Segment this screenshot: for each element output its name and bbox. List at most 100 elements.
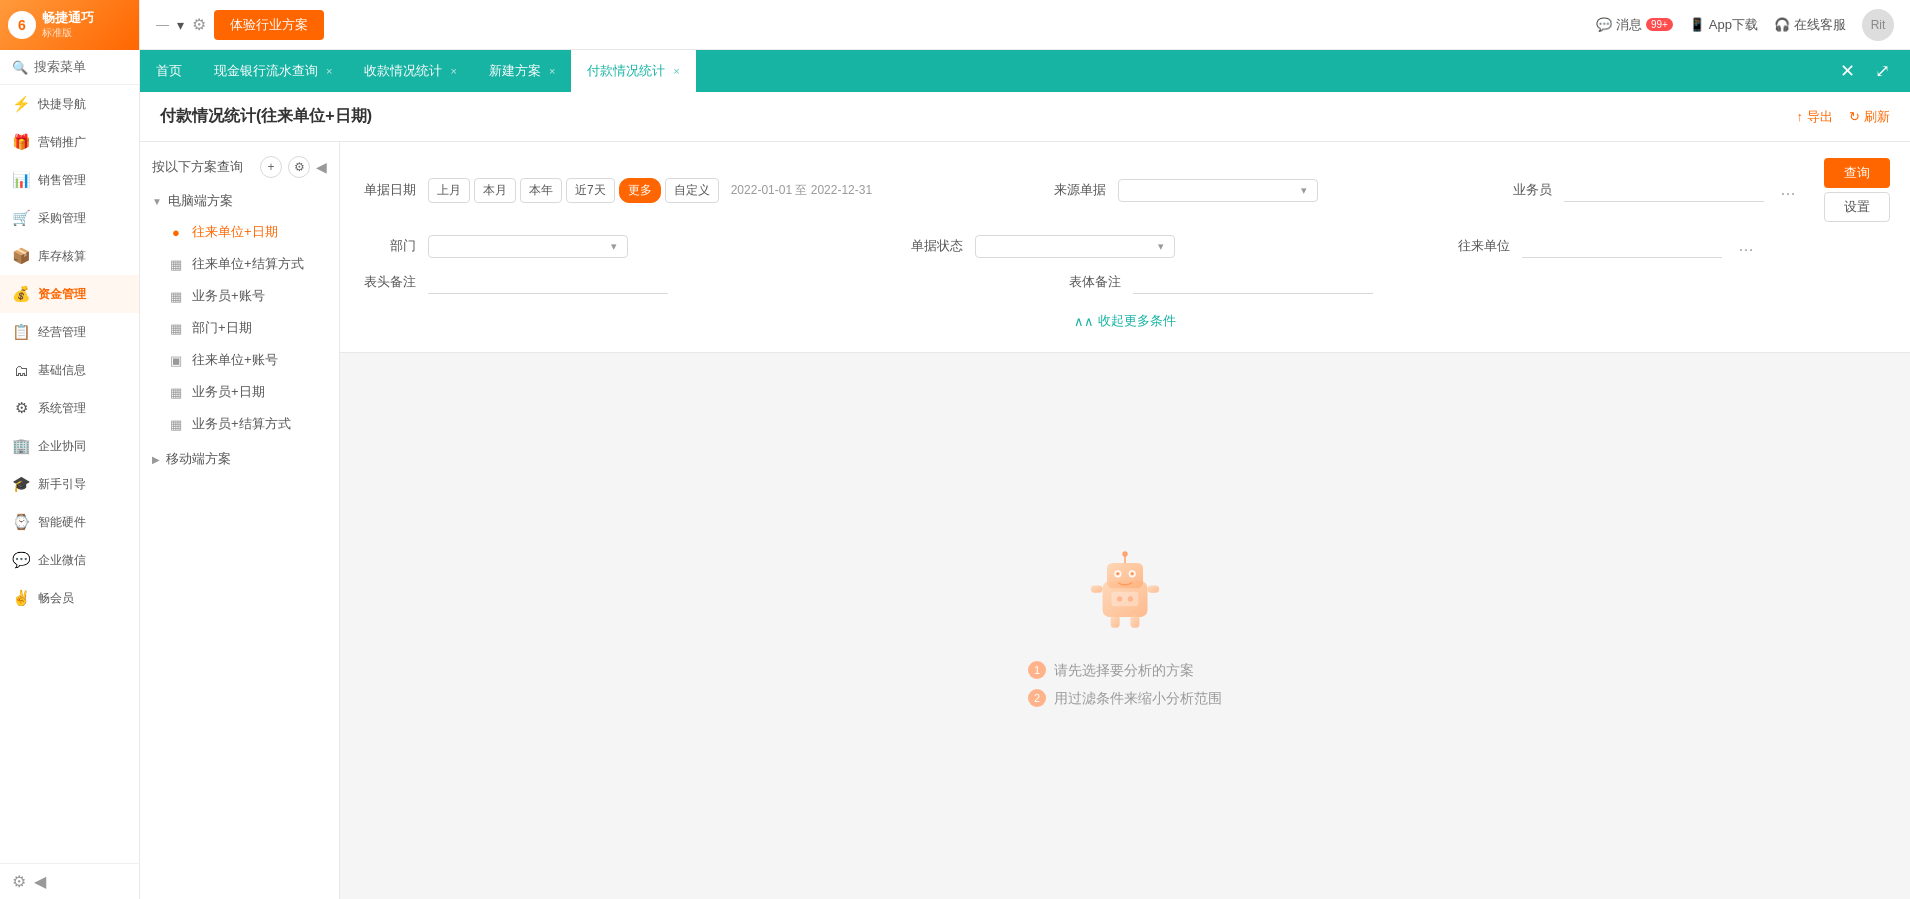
scheme-item-unit-account-label: 往来单位+账号 xyxy=(192,351,278,369)
sidebar-item-weixin[interactable]: 💬 企业微信 xyxy=(0,541,139,579)
sidebar-item-quick-nav[interactable]: ⚡ 快捷导航 xyxy=(0,85,139,123)
export-btn[interactable]: ↑ 导出 xyxy=(1797,108,1834,126)
scheme-item-unit-date[interactable]: ● 往来单位+日期 xyxy=(140,216,339,248)
operation-icon: 📋 xyxy=(12,323,30,341)
scheme-item-unit-settle-icon: ▦ xyxy=(168,256,184,272)
basic-icon: 🗂 xyxy=(12,361,30,379)
sidebar: 6 畅捷通巧 标准版 🔍 搜索菜单 ⚡ 快捷导航 🎁 营销推广 📊 销售管理 xyxy=(0,0,140,899)
partner-input[interactable] xyxy=(1522,234,1722,258)
refresh-btn[interactable]: ↻ 刷新 xyxy=(1849,108,1890,126)
tab-payment-label: 付款情况统计 xyxy=(587,62,665,80)
empty-state: 1 请先选择要分析的方案 2 用过滤条件来缩小分析范围 xyxy=(1028,540,1222,712)
sidebar-search[interactable]: 🔍 搜索菜单 xyxy=(0,50,139,85)
panel-add-btn[interactable]: + xyxy=(260,156,282,178)
tab-home[interactable]: 首页 xyxy=(140,50,198,92)
date-btn-7days[interactable]: 近7天 xyxy=(566,178,615,203)
sidebar-settings-btn[interactable]: ⚙ xyxy=(12,872,26,891)
scheme-item-dept-date[interactable]: ▦ 部门+日期 xyxy=(140,312,339,344)
refresh-icon: ↻ xyxy=(1849,109,1860,124)
user-avatar[interactable]: Rit xyxy=(1862,9,1894,41)
page-header: 付款情况统计(往来单位+日期) ↑ 导出 ↻ 刷新 xyxy=(140,92,1910,142)
scheme-item-unit-settle[interactable]: ▦ 往来单位+结算方式 xyxy=(140,248,339,280)
empty-hint-1-text: 请先选择要分析的方案 xyxy=(1054,656,1194,684)
tab-payment-close[interactable]: × xyxy=(673,65,679,77)
date-btn-last-month[interactable]: 上月 xyxy=(428,178,470,203)
sidebar-item-inventory[interactable]: 📦 库存核算 xyxy=(0,237,139,275)
dept-select[interactable]: ▾ xyxy=(428,235,628,258)
date-btn-custom[interactable]: 自定义 xyxy=(665,178,719,203)
sidebar-item-system[interactable]: ⚙ 系统管理 xyxy=(0,389,139,427)
scheme-group-pc-header[interactable]: ▼ 电脑端方案 xyxy=(140,186,339,216)
scheme-item-unit-account[interactable]: ▣ 往来单位+账号 xyxy=(140,344,339,376)
app-subtitle: 标准版 xyxy=(42,26,94,40)
date-range-text: 2022-01-01 至 2022-12-31 xyxy=(731,182,872,199)
tab-payment[interactable]: 付款情况统计 × xyxy=(571,50,695,92)
sidebar-header: 6 畅捷通巧 标准版 xyxy=(0,0,139,50)
partner-ellipsis[interactable]: … xyxy=(1734,237,1758,255)
tab-bank[interactable]: 现金银行流水查询 × xyxy=(198,50,348,92)
staff-ellipsis[interactable]: … xyxy=(1776,181,1800,199)
date-btn-this-month[interactable]: 本月 xyxy=(474,178,516,203)
sidebar-item-enterprise[interactable]: 🏢 企业协同 xyxy=(0,427,139,465)
scheme-item-staff-settle[interactable]: ▦ 业务员+结算方式 xyxy=(140,408,339,440)
svg-rect-6 xyxy=(1091,586,1103,593)
tab-expand-btn[interactable]: ⤢ xyxy=(1867,60,1898,82)
panel-collapse-btn[interactable]: ◀ xyxy=(316,159,327,175)
date-btn-more[interactable]: 更多 xyxy=(619,178,661,203)
sidebar-search-label: 搜索菜单 xyxy=(34,58,86,76)
tab-receipt-close[interactable]: × xyxy=(450,65,456,77)
query-btn[interactable]: 查询 xyxy=(1824,158,1890,188)
topbar-dropdown-icon[interactable]: ▾ xyxy=(177,17,184,33)
tab-spacer xyxy=(696,50,1832,92)
date-btn-this-year[interactable]: 本年 xyxy=(520,178,562,203)
sidebar-item-sales[interactable]: 📊 销售管理 xyxy=(0,161,139,199)
note-header-input[interactable] xyxy=(428,270,668,294)
scheme-group-mobile-header[interactable]: ▶ 移动端方案 xyxy=(140,444,339,474)
sidebar-nav: ⚡ 快捷导航 🎁 营销推广 📊 销售管理 🛒 采购管理 📦 库存核算 💰 xyxy=(0,85,139,863)
sidebar-collapse-btn[interactable]: ◀ xyxy=(34,872,46,891)
sidebar-item-guide[interactable]: 🎓 新手引导 xyxy=(0,465,139,503)
customer-service-btn[interactable]: 🎧 在线客服 xyxy=(1774,16,1846,34)
scheme-item-unit-account-icon: ▣ xyxy=(168,352,184,368)
topbar-settings-icon[interactable]: ⚙ xyxy=(192,15,206,34)
dept-select-arrow: ▾ xyxy=(611,240,617,253)
sidebar-item-member[interactable]: ✌ 畅会员 xyxy=(0,579,139,617)
tab-new-scheme-label: 新建方案 xyxy=(489,62,541,80)
filter-settings-btn[interactable]: 设置 xyxy=(1824,192,1890,222)
tab-bank-close[interactable]: × xyxy=(326,65,332,77)
panel-settings-btn[interactable]: ⚙ xyxy=(288,156,310,178)
empty-hint-1: 1 请先选择要分析的方案 xyxy=(1028,656,1222,684)
app-download-btn[interactable]: 📱 App下载 xyxy=(1689,16,1758,34)
message-btn[interactable]: 💬 消息 99+ xyxy=(1596,16,1673,34)
scheme-item-unit-date-icon: ● xyxy=(168,224,184,240)
tab-new-scheme-close[interactable]: × xyxy=(549,65,555,77)
source-select[interactable]: ▾ xyxy=(1118,179,1318,202)
sidebar-item-inventory-label: 库存核算 xyxy=(38,248,86,265)
note-body-input[interactable] xyxy=(1133,270,1373,294)
scheme-item-staff-account[interactable]: ▦ 业务员+账号 xyxy=(140,280,339,312)
app-download-label: App下载 xyxy=(1709,16,1758,34)
tab-close-all-btn[interactable]: ✕ xyxy=(1832,60,1863,82)
sidebar-item-marketing[interactable]: 🎁 营销推广 xyxy=(0,123,139,161)
tab-receipt-label: 收款情况统计 xyxy=(364,62,442,80)
topbar-left: — ▾ ⚙ 体验行业方案 xyxy=(156,10,1584,40)
source-select-arrow: ▾ xyxy=(1301,184,1307,197)
collapse-icon: ∧∧ xyxy=(1074,314,1094,329)
sidebar-item-basic[interactable]: 🗂 基础信息 xyxy=(0,351,139,389)
try-industry-btn[interactable]: 体验行业方案 xyxy=(214,10,324,40)
collapse-more-btn[interactable]: ∧∧ 收起更多条件 xyxy=(360,306,1890,336)
sidebar-item-hardware[interactable]: ⌚ 智能硬件 xyxy=(0,503,139,541)
tab-new-scheme[interactable]: 新建方案 × xyxy=(473,50,571,92)
scheme-item-staff-date[interactable]: ▦ 业务员+日期 xyxy=(140,376,339,408)
sidebar-item-purchase-label: 采购管理 xyxy=(38,210,86,227)
tab-receipt[interactable]: 收款情况统计 × xyxy=(348,50,472,92)
staff-input[interactable] xyxy=(1564,178,1764,202)
sidebar-item-operation[interactable]: 📋 经营管理 xyxy=(0,313,139,351)
export-icon: ↑ xyxy=(1797,109,1804,124)
sidebar-item-sales-label: 销售管理 xyxy=(38,172,86,189)
sidebar-item-purchase[interactable]: 🛒 采购管理 xyxy=(0,199,139,237)
status-select[interactable]: ▾ xyxy=(975,235,1175,258)
step-num-1: 1 xyxy=(1028,661,1046,679)
sidebar-item-capital[interactable]: 💰 资金管理 xyxy=(0,275,139,313)
tab-bank-label: 现金银行流水查询 xyxy=(214,62,318,80)
